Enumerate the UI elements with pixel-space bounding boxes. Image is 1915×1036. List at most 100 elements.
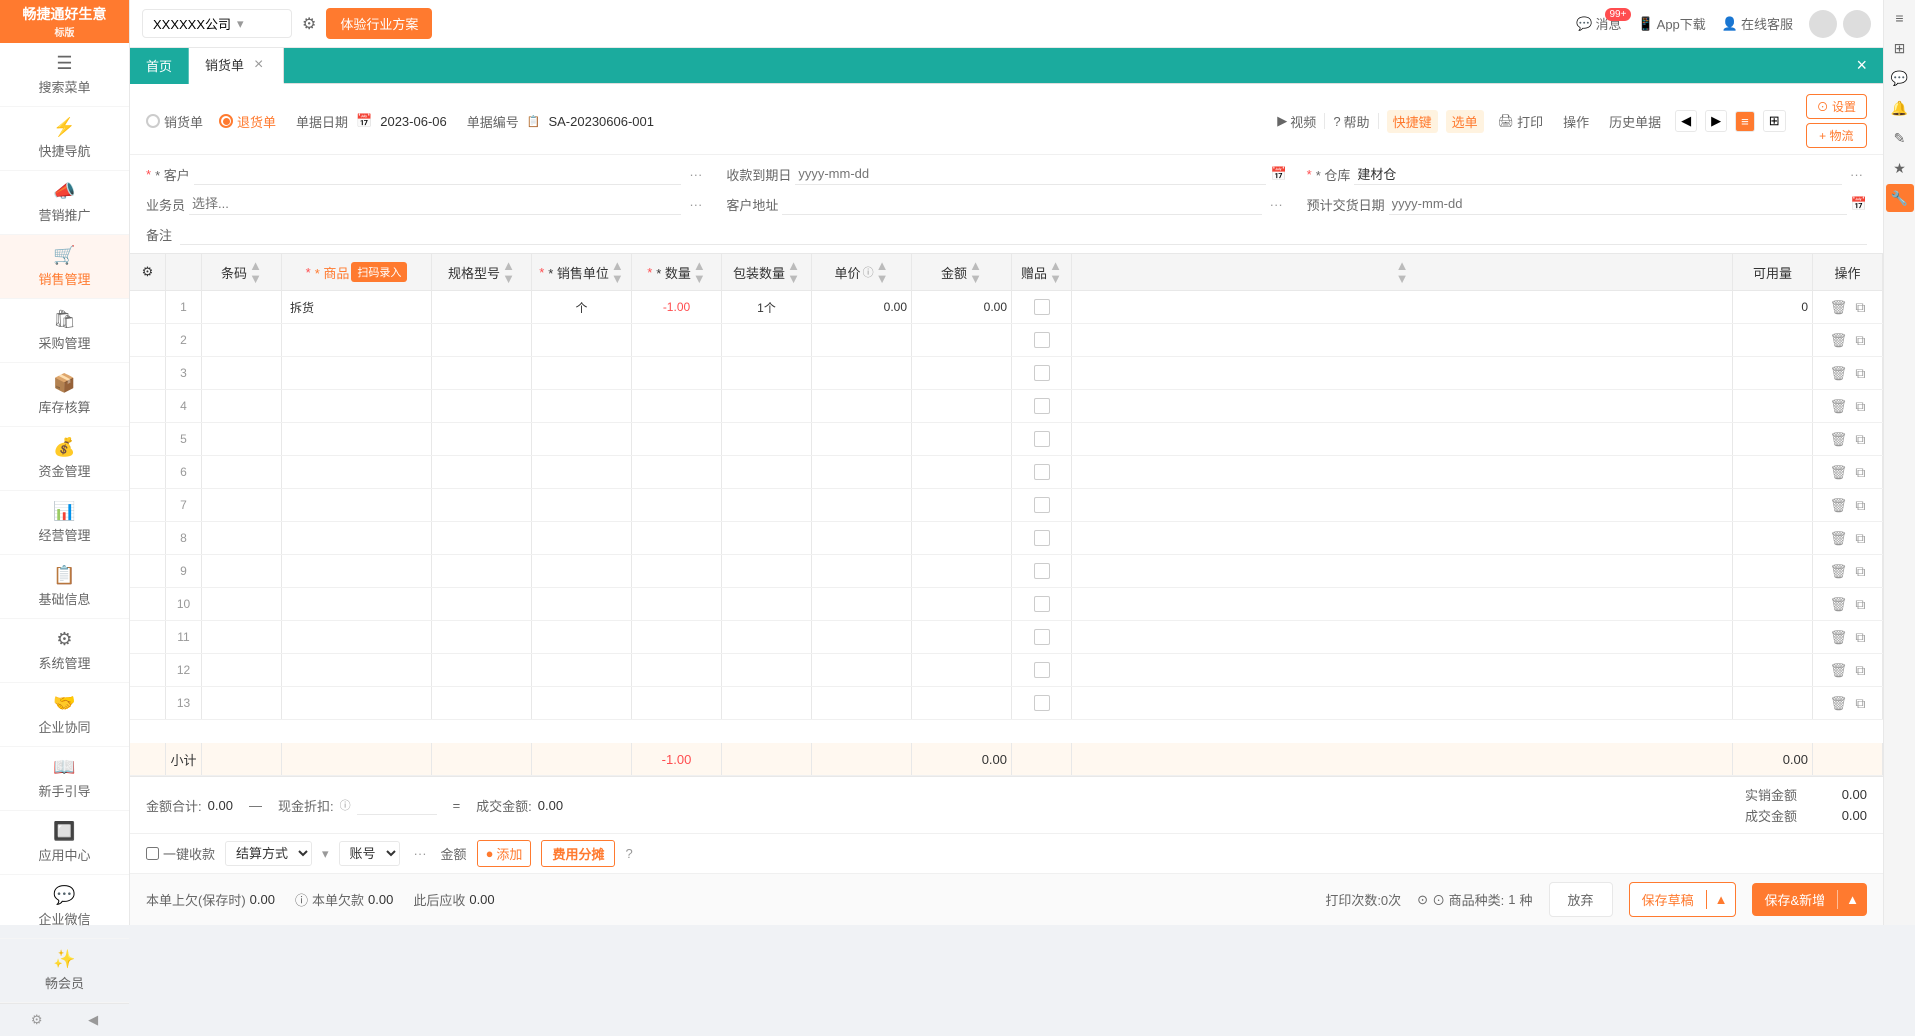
td-gift-7[interactable]	[1012, 522, 1072, 554]
salesperson-input[interactable]	[189, 193, 681, 215]
copy-row-btn-2[interactable]: ⧉	[1853, 363, 1867, 384]
payment-more-icon[interactable]: ···	[410, 846, 431, 861]
td-gift-6[interactable]	[1012, 489, 1072, 521]
barcode-input-11[interactable]	[206, 663, 277, 677]
doc-toolbar-prev[interactable]: ◀	[1675, 110, 1697, 132]
gift-checkbox-12[interactable]	[1034, 695, 1050, 711]
rp-btn-6[interactable]: ★	[1886, 154, 1914, 182]
sidebar-item-enterprise[interactable]: 🤝 企业协同	[0, 683, 129, 747]
gift-checkbox-11[interactable]	[1034, 662, 1050, 678]
customer-input[interactable]	[194, 163, 682, 185]
copy-row-btn-1[interactable]: ⧉	[1853, 330, 1867, 351]
company-selector[interactable]: XXXXXX公司 ▾	[142, 9, 292, 38]
barcode-input-8[interactable]	[206, 564, 277, 578]
tab-home[interactable]: 首页	[130, 48, 189, 84]
td-barcode-8[interactable]	[202, 555, 282, 587]
user-avatar[interactable]	[1809, 10, 1837, 38]
sidebar-item-basics[interactable]: 📋 基础信息	[0, 555, 129, 619]
copy-row-btn-12[interactable]: ⧉	[1853, 693, 1867, 714]
barcode-input-6[interactable]	[206, 498, 277, 512]
td-barcode-4[interactable]	[202, 423, 282, 455]
copy-row-btn-8[interactable]: ⧉	[1853, 561, 1867, 582]
td-barcode-1[interactable]	[202, 324, 282, 356]
copy-row-btn-9[interactable]: ⧉	[1853, 594, 1867, 615]
tab-sales-order[interactable]: 销货单 ×	[189, 48, 284, 84]
one-click-payment[interactable]: 一键收款	[146, 844, 215, 863]
delete-row-btn-9[interactable]: 🗑	[1828, 594, 1850, 615]
barcode-input-2[interactable]	[206, 366, 277, 380]
delete-row-btn-3[interactable]: 🗑	[1828, 396, 1850, 417]
barcode-input-7[interactable]	[206, 531, 277, 545]
delete-row-btn-11[interactable]: 🗑	[1828, 660, 1850, 681]
sidebar-item-finance[interactable]: 💰 资金管理	[0, 427, 129, 491]
gift-checkbox-2[interactable]	[1034, 365, 1050, 381]
td-gift-2[interactable]	[1012, 357, 1072, 389]
delete-row-btn-10[interactable]: 🗑	[1828, 627, 1850, 648]
rp-btn-5[interactable]: ✎	[1886, 124, 1914, 152]
td-gift-10[interactable]	[1012, 621, 1072, 653]
setting-button[interactable]: ⊙ 设置	[1806, 94, 1867, 119]
gift-checkbox-5[interactable]	[1034, 464, 1050, 480]
td-barcode-5[interactable]	[202, 456, 282, 488]
td-gift-8[interactable]	[1012, 555, 1072, 587]
toolbar-history[interactable]: 历史单据	[1603, 110, 1667, 133]
expense-button[interactable]: 费用分摊	[541, 840, 615, 867]
expected-date-input[interactable]	[1389, 193, 1847, 215]
copy-row-btn-6[interactable]: ⧉	[1853, 495, 1867, 516]
message-button[interactable]: 💬 消息 99+	[1576, 14, 1621, 33]
sidebar-item-inventory[interactable]: 📦 库存核算	[0, 363, 129, 427]
sidebar-item-operations[interactable]: 📊 经营管理	[0, 491, 129, 555]
gift-checkbox-8[interactable]	[1034, 563, 1050, 579]
th-gear[interactable]: ⚙	[130, 254, 166, 290]
doc-toolbar-list[interactable]: ≡	[1735, 111, 1755, 132]
trial-button[interactable]: 体验行业方案	[326, 8, 432, 39]
sidebar-item-purchase[interactable]: 🛍 采购管理	[0, 299, 129, 363]
delete-row-btn-0[interactable]: 🗑	[1828, 297, 1850, 318]
copy-row-btn-0[interactable]: ⧉	[1853, 297, 1867, 318]
payment-calendar-icon[interactable]: 📅	[1270, 166, 1286, 182]
td-barcode-10[interactable]	[202, 621, 282, 653]
tab-close-button[interactable]: ×	[250, 56, 267, 74]
sale-order-radio[interactable]: 销货单	[146, 112, 203, 131]
sidebar-settings-icon[interactable]: ⚙	[31, 1012, 43, 1028]
td-barcode-11[interactable]	[202, 654, 282, 686]
td-barcode-12[interactable]	[202, 687, 282, 719]
toolbar-help[interactable]: ? 帮助	[1333, 112, 1369, 131]
payment-method-select[interactable]: 结算方式	[225, 841, 312, 866]
save-new-button[interactable]: 保存&新增 ▲	[1752, 883, 1867, 916]
gift-checkbox-1[interactable]	[1034, 332, 1050, 348]
td-gift-11[interactable]	[1012, 654, 1072, 686]
discount-input[interactable]	[357, 795, 437, 815]
copy-row-btn-10[interactable]: ⧉	[1853, 627, 1867, 648]
one-click-checkbox[interactable]	[146, 847, 159, 860]
td-gift-3[interactable]	[1012, 390, 1072, 422]
delete-row-btn-7[interactable]: 🗑	[1828, 528, 1850, 549]
td-barcode-0[interactable]	[202, 291, 282, 323]
warehouse-more-icon[interactable]: ···	[1846, 167, 1867, 182]
td-gift-12[interactable]	[1012, 687, 1072, 719]
rp-btn-7[interactable]: 🔧	[1886, 184, 1914, 212]
copy-row-btn-4[interactable]: ⧉	[1853, 429, 1867, 450]
toolbar-select[interactable]: 选单	[1446, 110, 1484, 133]
delete-row-btn-8[interactable]: 🗑	[1828, 561, 1850, 582]
sidebar-item-apps[interactable]: 🔲 应用中心	[0, 811, 129, 875]
barcode-input-3[interactable]	[206, 399, 277, 413]
delete-row-btn-6[interactable]: 🗑	[1828, 495, 1850, 516]
salesperson-more-icon[interactable]: ···	[685, 197, 706, 212]
toolbar-operate[interactable]: 操作	[1557, 110, 1595, 133]
sidebar-item-search[interactable]: ☰ 搜索菜单	[0, 43, 129, 107]
window-close-button[interactable]: ×	[1840, 55, 1883, 76]
barcode-input-12[interactable]	[206, 696, 277, 710]
scan-button[interactable]: 扫码录入	[351, 262, 407, 282]
gift-checkbox-7[interactable]	[1034, 530, 1050, 546]
td-gift-0[interactable]	[1012, 291, 1072, 323]
barcode-input-4[interactable]	[206, 432, 277, 446]
td-gift-4[interactable]	[1012, 423, 1072, 455]
rp-btn-1[interactable]: ≡	[1886, 4, 1914, 32]
delete-row-btn-5[interactable]: 🗑	[1828, 462, 1850, 483]
app-download-button[interactable]: 📱 App下载	[1637, 14, 1705, 33]
toolbar-video[interactable]: ▶ 视频	[1277, 112, 1316, 131]
topbar-gear-icon[interactable]: ⚙	[302, 14, 316, 34]
addr-more-icon[interactable]: ···	[1266, 197, 1287, 212]
sidebar-item-quicknav[interactable]: ⚡ 快捷导航	[0, 107, 129, 171]
